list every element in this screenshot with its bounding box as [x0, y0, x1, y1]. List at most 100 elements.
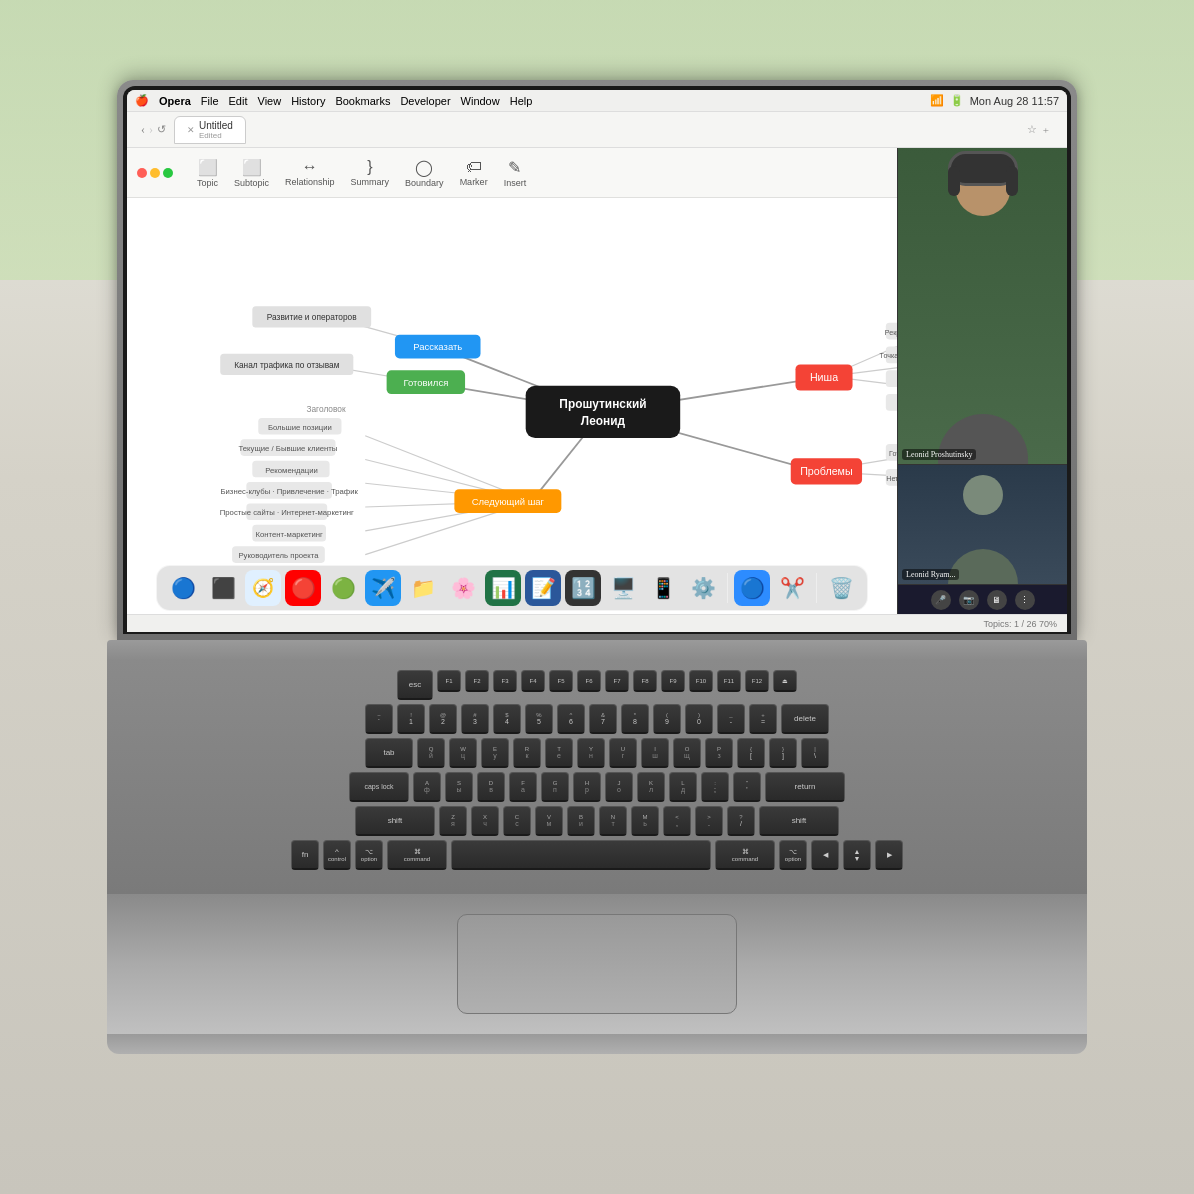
key-7[interactable]: &7 — [589, 704, 617, 734]
key-f4[interactable]: F4 — [521, 670, 545, 692]
menu-bookmarks[interactable]: Bookmarks — [335, 95, 390, 107]
menu-file[interactable]: File — [201, 95, 219, 107]
key-c[interactable]: Cс — [503, 806, 531, 836]
key-p[interactable]: Pз — [705, 738, 733, 768]
dock-launchpad[interactable]: ⬛ — [205, 570, 241, 606]
key-3[interactable]: #3 — [461, 704, 489, 734]
key-5[interactable]: %5 — [525, 704, 553, 734]
menu-help[interactable]: Help — [510, 95, 533, 107]
key-comma[interactable]: <, — [663, 806, 691, 836]
key-g[interactable]: Gп — [541, 772, 569, 802]
key-f[interactable]: Fа — [509, 772, 537, 802]
key-2[interactable]: @2 — [429, 704, 457, 734]
dock-chrome[interactable]: 🟢 — [325, 570, 361, 606]
key-9[interactable]: (9 — [653, 704, 681, 734]
key-z[interactable]: Zя — [439, 806, 467, 836]
key-esc[interactable]: esc — [397, 670, 433, 700]
key-m[interactable]: Mь — [631, 806, 659, 836]
key-d[interactable]: Dв — [477, 772, 505, 802]
key-backtick[interactable]: ~` — [365, 704, 393, 734]
key-8[interactable]: *8 — [621, 704, 649, 734]
dock-safari[interactable]: 🧭 — [245, 570, 281, 606]
nav-forward[interactable]: › — [149, 122, 153, 137]
more-button[interactable]: ⋮ — [1015, 590, 1035, 610]
key-shift-right[interactable]: shift — [759, 806, 839, 836]
key-command-left[interactable]: ⌘command — [387, 840, 447, 870]
dock-telegram[interactable]: ✈️ — [365, 570, 401, 606]
extensions-icon[interactable]: + — [1043, 124, 1049, 136]
key-l[interactable]: Lд — [669, 772, 697, 802]
trackpad[interactable] — [457, 914, 737, 1014]
key-period[interactable]: >. — [695, 806, 723, 836]
key-f5[interactable]: F5 — [549, 670, 573, 692]
key-f3[interactable]: F3 — [493, 670, 517, 692]
key-f12[interactable]: F12 — [745, 670, 769, 692]
key-b[interactable]: Bи — [567, 806, 595, 836]
key-f6[interactable]: F6 — [577, 670, 601, 692]
key-f2[interactable]: F2 — [465, 670, 489, 692]
key-o[interactable]: Oщ — [673, 738, 701, 768]
toolbar-subtopic[interactable]: ⬜ Subtopic — [234, 158, 269, 188]
key-minus[interactable]: _- — [717, 704, 745, 734]
dock-excel[interactable]: 📊 — [485, 570, 521, 606]
key-tab[interactable]: tab — [365, 738, 413, 768]
key-1[interactable]: !1 — [397, 704, 425, 734]
key-y[interactable]: Yн — [577, 738, 605, 768]
dock-photos[interactable]: 🌸 — [445, 570, 481, 606]
key-capslock[interactable]: caps lock — [349, 772, 409, 802]
dock-zoom[interactable]: 🔵 — [734, 570, 770, 606]
key-option-right[interactable]: ⌥option — [779, 840, 807, 870]
menu-window[interactable]: Window — [461, 95, 500, 107]
toolbar-marker[interactable]: 🏷 Marker — [460, 158, 488, 187]
dock-app2[interactable]: ✂️ — [774, 570, 810, 606]
key-h[interactable]: Hр — [573, 772, 601, 802]
nav-back[interactable]: ‹ — [141, 122, 145, 137]
toolbar-topic[interactable]: ⬜ Topic — [197, 158, 218, 188]
key-v[interactable]: Vм — [535, 806, 563, 836]
key-arrow-right[interactable]: ▶ — [875, 840, 903, 870]
key-f10[interactable]: F10 — [689, 670, 713, 692]
key-space[interactable] — [451, 840, 711, 870]
toolbar-boundary[interactable]: ◯ Boundary — [405, 158, 444, 188]
screen-share-button[interactable]: 🖥 — [987, 590, 1007, 610]
key-command-right[interactable]: ⌘command — [715, 840, 775, 870]
key-eject[interactable]: ⏏ — [773, 670, 797, 692]
key-e[interactable]: Eу — [481, 738, 509, 768]
mic-button[interactable]: 🎤 — [931, 590, 951, 610]
menu-developer[interactable]: Developer — [400, 95, 450, 107]
dock-word[interactable]: 📝 — [525, 570, 561, 606]
nav-refresh[interactable]: ↺ — [157, 123, 166, 136]
key-fn[interactable]: fn — [291, 840, 319, 870]
key-x[interactable]: Xч — [471, 806, 499, 836]
toolbar-relationship[interactable]: ↔ Relationship — [285, 158, 335, 187]
toolbar-insert[interactable]: ✎ Insert — [504, 158, 527, 188]
key-4[interactable]: $4 — [493, 704, 521, 734]
dock-files[interactable]: 📁 — [405, 570, 441, 606]
key-k[interactable]: Kл — [637, 772, 665, 802]
menu-view[interactable]: View — [258, 95, 282, 107]
key-shift-left[interactable]: shift — [355, 806, 435, 836]
key-j[interactable]: Jо — [605, 772, 633, 802]
dock-appstore[interactable]: 📱 — [645, 570, 681, 606]
key-f1[interactable]: F1 — [437, 670, 461, 692]
key-bracket-left[interactable]: {[ — [737, 738, 765, 768]
key-i[interactable]: Iш — [641, 738, 669, 768]
camera-button[interactable]: 📷 — [959, 590, 979, 610]
bookmark-icon[interactable]: ☆ — [1027, 123, 1037, 136]
key-slash[interactable]: ?/ — [727, 806, 755, 836]
key-u[interactable]: Uг — [609, 738, 637, 768]
tab-close[interactable]: ✕ — [187, 125, 195, 135]
key-n[interactable]: Nт — [599, 806, 627, 836]
key-backslash[interactable]: |\ — [801, 738, 829, 768]
dock-calculator[interactable]: 🔢 — [565, 570, 601, 606]
key-f9[interactable]: F9 — [661, 670, 685, 692]
menu-opera[interactable]: Opera — [159, 95, 191, 107]
key-arrow-left[interactable]: ◀ — [811, 840, 839, 870]
key-bracket-right[interactable]: }] — [769, 738, 797, 768]
key-control[interactable]: ^control — [323, 840, 351, 870]
key-f11[interactable]: F11 — [717, 670, 741, 692]
key-w[interactable]: Wц — [449, 738, 477, 768]
key-s[interactable]: Sы — [445, 772, 473, 802]
key-f7[interactable]: F7 — [605, 670, 629, 692]
key-f8[interactable]: F8 — [633, 670, 657, 692]
